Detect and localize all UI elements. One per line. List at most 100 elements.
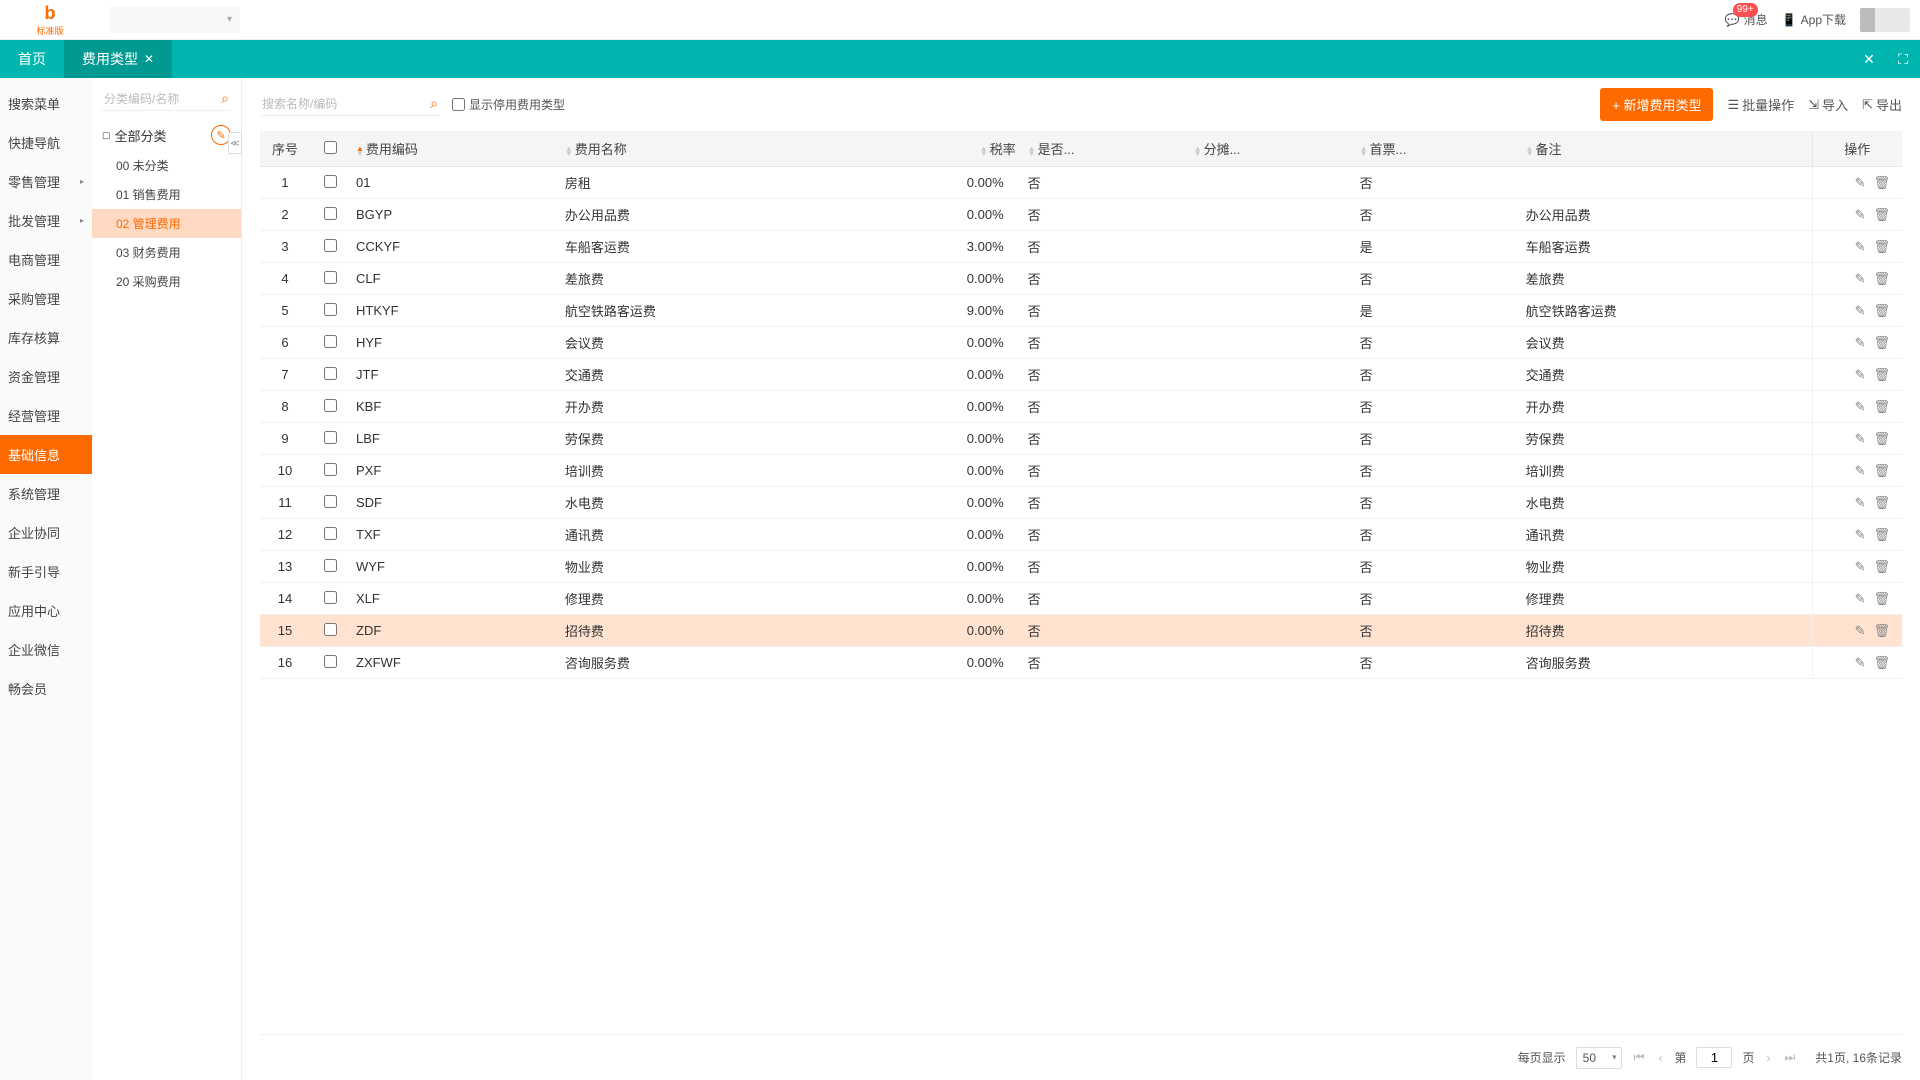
table-row[interactable]: 12TXF通讯费0.00%否否通讯费✎🗑 (260, 519, 1902, 551)
sidebar-item-9[interactable]: 基础信息 (0, 435, 92, 474)
edit-icon[interactable]: ✎ (1855, 335, 1866, 350)
row-checkbox[interactable] (324, 591, 337, 604)
col-first[interactable]: ▲▼首票... (1354, 131, 1520, 167)
delete-icon[interactable]: 🗑 (1873, 207, 1890, 222)
sidebar-item-1[interactable]: 快捷导航 (0, 123, 92, 162)
row-checkbox[interactable] (324, 367, 337, 380)
row-checkbox[interactable] (324, 559, 337, 572)
edit-icon[interactable]: ✎ (1855, 271, 1866, 286)
new-expense-type-button[interactable]: + 新增费用类型 (1600, 88, 1713, 121)
delete-icon[interactable]: 🗑 (1873, 303, 1890, 318)
row-checkbox[interactable] (324, 527, 337, 540)
table-row[interactable]: 6HYF会议费0.00%否否会议费✎🗑 (260, 327, 1902, 359)
last-page-button[interactable]: ⏭ (1782, 1050, 1797, 1065)
row-checkbox[interactable] (324, 655, 337, 668)
select-all-checkbox[interactable] (324, 141, 337, 154)
import-button[interactable]: ⇲导入 (1808, 95, 1848, 114)
row-checkbox[interactable] (324, 175, 337, 188)
col-remark[interactable]: ▲▼备注 (1520, 131, 1812, 167)
table-row[interactable]: 15ZDF招待费0.00%否否招待费✎🗑 (260, 615, 1902, 647)
delete-icon[interactable]: 🗑 (1873, 239, 1890, 254)
sidebar-item-8[interactable]: 经营管理 (0, 396, 92, 435)
next-page-button[interactable]: › (1764, 1051, 1772, 1065)
company-dropdown[interactable]: ▾ (110, 7, 240, 33)
collapse-panel-icon[interactable]: ≪ (228, 132, 242, 154)
category-all[interactable]: ▢ 全部分类 ✎ (92, 119, 241, 151)
search-input[interactable] (260, 93, 440, 116)
sidebar-item-2[interactable]: 零售管理▸ (0, 162, 92, 201)
edit-icon[interactable]: ✎ (1855, 495, 1866, 510)
edit-icon[interactable]: ✎ (1855, 239, 1866, 254)
fullscreen-icon[interactable]: ⛶ (1886, 51, 1920, 68)
row-checkbox[interactable] (324, 239, 337, 252)
edit-icon[interactable]: ✎ (1855, 303, 1866, 318)
category-item-0[interactable]: 00 未分类 (92, 151, 241, 180)
edit-icon[interactable]: ✎ (1855, 559, 1866, 574)
col-isx[interactable]: ▲▼是否... (1022, 131, 1188, 167)
table-row[interactable]: 2BGYP办公用品费0.00%否否办公用品费✎🗑 (260, 199, 1902, 231)
row-checkbox[interactable] (324, 207, 337, 220)
sidebar-item-10[interactable]: 系统管理 (0, 474, 92, 513)
edit-icon[interactable]: ✎ (1855, 527, 1866, 542)
col-seq[interactable]: 序号 (272, 142, 298, 157)
app-download-button[interactable]: 📱 App下载 (1782, 11, 1846, 28)
edit-icon[interactable]: ✎ (1855, 655, 1866, 670)
col-rate[interactable]: ▲▼税率 (850, 131, 1022, 167)
row-checkbox[interactable] (324, 303, 337, 316)
search-icon[interactable]: ⌕ (430, 95, 438, 112)
table-row[interactable]: 14XLF修理费0.00%否否修理费✎🗑 (260, 583, 1902, 615)
sidebar-item-15[interactable]: 畅会员 (0, 669, 92, 708)
export-button[interactable]: ⇱导出 (1862, 95, 1902, 114)
row-checkbox[interactable] (324, 463, 337, 476)
delete-icon[interactable]: 🗑 (1873, 527, 1890, 542)
page-input[interactable] (1696, 1047, 1732, 1068)
delete-icon[interactable]: 🗑 (1873, 335, 1890, 350)
category-item-2[interactable]: 02 管理费用 (92, 209, 241, 238)
delete-icon[interactable]: 🗑 (1873, 655, 1890, 670)
category-search-input[interactable] (102, 88, 231, 111)
edit-icon[interactable]: ✎ (1855, 591, 1866, 606)
messages-button[interactable]: 💬 99+ 消息 (1725, 11, 1768, 28)
row-checkbox[interactable] (324, 271, 337, 284)
row-checkbox[interactable] (324, 399, 337, 412)
delete-icon[interactable]: 🗑 (1873, 431, 1890, 446)
edit-icon[interactable]: ✎ (1855, 463, 1866, 478)
tab-close-all-icon[interactable]: ✕ (1852, 51, 1886, 68)
table-row[interactable]: 9LBF劳保费0.00%否否劳保费✎🗑 (260, 423, 1902, 455)
sidebar-item-4[interactable]: 电商管理 (0, 240, 92, 279)
row-checkbox[interactable] (324, 623, 337, 636)
delete-icon[interactable]: 🗑 (1873, 623, 1890, 638)
delete-icon[interactable]: 🗑 (1873, 495, 1890, 510)
show-disabled-input[interactable] (452, 98, 465, 111)
sidebar-item-14[interactable]: 企业微信 (0, 630, 92, 669)
table-row[interactable]: 16ZXFWF咨询服务费0.00%否否咨询服务费✎🗑 (260, 647, 1902, 679)
category-item-4[interactable]: 20 采购费用 (92, 267, 241, 296)
avatar[interactable] (1860, 8, 1910, 32)
show-disabled-checkbox[interactable]: 显示停用费用类型 (452, 96, 565, 113)
sidebar-item-5[interactable]: 采购管理 (0, 279, 92, 318)
delete-icon[interactable]: 🗑 (1873, 591, 1890, 606)
table-row[interactable]: 5HTKYF航空铁路客运费9.00%否是航空铁路客运费✎🗑 (260, 295, 1902, 327)
first-page-button[interactable]: ⏮ (1632, 1050, 1647, 1065)
table-row[interactable]: 4CLF差旅费0.00%否否差旅费✎🗑 (260, 263, 1902, 295)
edit-icon[interactable]: ✎ (1855, 623, 1866, 638)
col-share[interactable]: ▲▼分摊... (1188, 131, 1354, 167)
row-checkbox[interactable] (324, 335, 337, 348)
table-row[interactable]: 3CCKYF车船客运费3.00%否是车船客运费✎🗑 (260, 231, 1902, 263)
delete-icon[interactable]: 🗑 (1873, 367, 1890, 382)
edit-icon[interactable]: ✎ (1855, 207, 1866, 222)
table-row[interactable]: 7JTF交通费0.00%否否交通费✎🗑 (260, 359, 1902, 391)
sidebar-item-0[interactable]: 搜索菜单 (0, 84, 92, 123)
sidebar-item-11[interactable]: 企业协同 (0, 513, 92, 552)
sidebar-item-12[interactable]: 新手引导 (0, 552, 92, 591)
delete-icon[interactable]: 🗑 (1873, 399, 1890, 414)
table-row[interactable]: 101房租0.00%否否✎🗑 (260, 167, 1902, 199)
edit-icon[interactable]: ✎ (1855, 399, 1866, 414)
delete-icon[interactable]: 🗑 (1873, 463, 1890, 478)
edit-icon[interactable]: ✎ (1855, 175, 1866, 190)
delete-icon[interactable]: 🗑 (1873, 175, 1890, 190)
delete-icon[interactable]: 🗑 (1873, 559, 1890, 574)
col-name[interactable]: ▲▼费用名称 (559, 131, 850, 167)
row-checkbox[interactable] (324, 431, 337, 444)
tab-home[interactable]: 首页 (0, 40, 64, 78)
